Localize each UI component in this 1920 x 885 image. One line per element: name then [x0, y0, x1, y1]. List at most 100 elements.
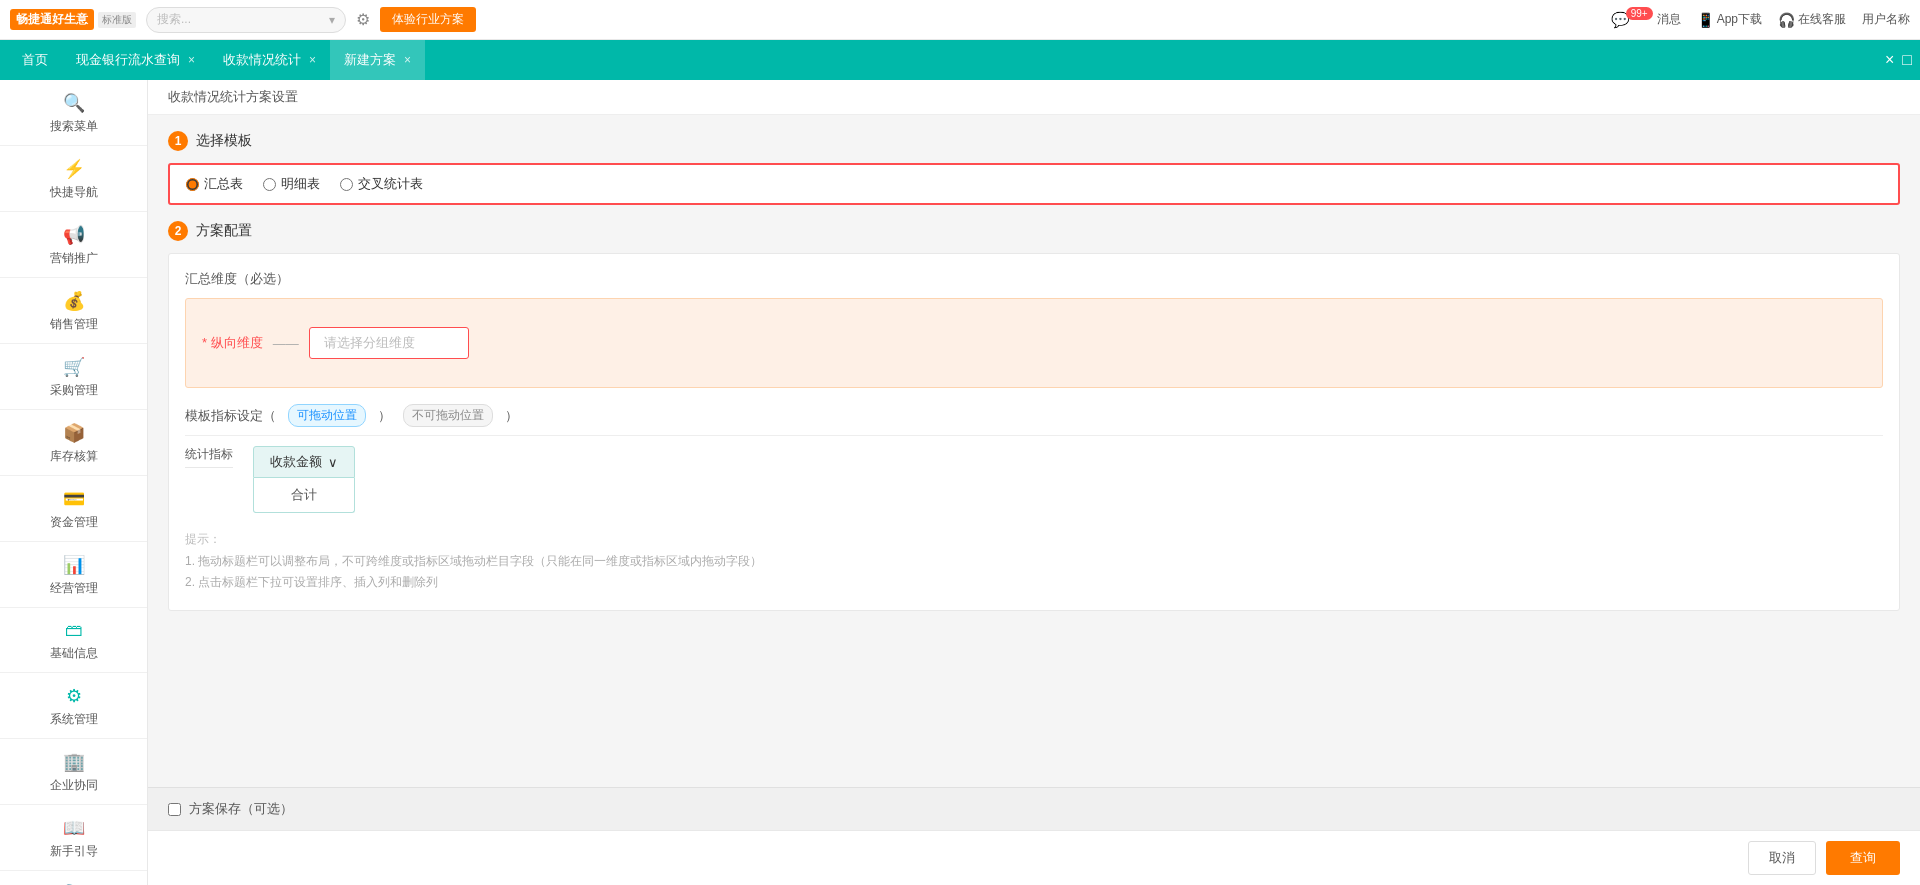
col-dropdown-icon[interactable]: ∨ — [328, 455, 338, 470]
draggable-tag: 可拖动位置 — [288, 404, 366, 427]
tab-new-plan[interactable]: 新建方案 × — [330, 40, 425, 80]
sidebar-item-hardware[interactable]: 🔧 智能硬件 — [0, 871, 147, 885]
sidebar-item-quicknav[interactable]: ⚡ 快捷导航 — [0, 146, 147, 212]
metrics-col-body: 合计 — [253, 478, 355, 513]
sidebar-item-newbie[interactable]: 📖 新手引导 — [0, 805, 147, 871]
section1-title: 选择模板 — [196, 132, 252, 150]
sidebar-item-newbie-label: 新手引导 — [50, 843, 98, 860]
newbie-icon: 📖 — [63, 817, 85, 839]
download-icon: 📱 — [1697, 12, 1714, 28]
quicknav-icon: ⚡ — [63, 158, 85, 180]
window-maximize-icon[interactable]: □ — [1902, 51, 1912, 69]
footer: 取消 查询 — [148, 830, 1920, 885]
radio-summary-label: 汇总表 — [204, 175, 243, 193]
query-button[interactable]: 查询 — [1826, 841, 1900, 875]
tips-title: 提示： — [185, 532, 221, 546]
sidebar-item-basic-info[interactable]: 🗃 基础信息 — [0, 608, 147, 673]
search-icon: 🔍 — [63, 92, 85, 114]
page-title: 收款情况统计方案设置 — [168, 89, 298, 104]
col-header-label: 收款金额 — [270, 453, 322, 471]
plan-config-box: 汇总维度（必选） * 纵向维度 —— 请选择分组维度 模板指标设定（ — [168, 253, 1900, 611]
radio-cross-label: 交叉统计表 — [358, 175, 423, 193]
sidebar: 🔍 搜索菜单 ⚡ 快捷导航 📢 营销推广 💰 销售管理 🛒 采购管理 📦 库存核… — [0, 80, 148, 885]
edition-badge: 标准版 — [98, 12, 136, 28]
metrics-col-header[interactable]: 收款金额 ∨ — [253, 446, 355, 478]
content-area: 收款情况统计方案设置 1 选择模板 汇总表 明细表 — [148, 80, 1920, 885]
nav-window-controls: × □ — [1885, 51, 1912, 69]
metrics-grid: 统计指标 收款金额 ∨ 合计 — [185, 446, 1883, 513]
topbar-right-area: 💬 99+ 消息 📱 App下载 🎧 在线客服 用户名称 — [1611, 11, 1910, 29]
sidebar-item-purchase[interactable]: 🛒 采购管理 — [0, 344, 147, 410]
metrics-header: 模板指标设定（ 可拖动位置 ） 不可拖动位置 ） — [185, 404, 1883, 436]
save-option-checkbox[interactable] — [168, 803, 181, 816]
dimension-section-title: 汇总维度（必选） — [185, 270, 1883, 288]
main-content: 1 选择模板 汇总表 明细表 交叉统计表 — [148, 115, 1920, 787]
radio-cross[interactable]: 交叉统计表 — [340, 175, 423, 193]
settings-icon[interactable]: ⚙ — [356, 10, 370, 29]
sidebar-item-marketing[interactable]: 📢 营销推广 — [0, 212, 147, 278]
tip1-text: 1. 拖动标题栏可以调整布局，不可跨维度或指标区域拖动栏目字段（只能在同一维度或… — [185, 551, 1883, 573]
sidebar-item-enterprise-label: 企业协同 — [50, 777, 98, 794]
sidebar-item-enterprise[interactable]: 🏢 企业协同 — [0, 739, 147, 805]
tips-area: 提示： 1. 拖动标题栏可以调整布局，不可跨维度或指标区域拖动栏目字段（只能在同… — [185, 529, 1883, 594]
search-dropdown-icon: ▾ — [329, 13, 335, 27]
notification-area[interactable]: 💬 99+ 消息 — [1611, 11, 1681, 29]
notification-badge: 99+ — [1626, 7, 1653, 20]
sidebar-item-purchase-label: 采购管理 — [50, 382, 98, 399]
tab-home[interactable]: 首页 — [8, 40, 62, 80]
inventory-icon: 📦 — [63, 422, 85, 444]
radio-detail[interactable]: 明细表 — [263, 175, 320, 193]
radio-summary-input[interactable] — [186, 178, 199, 191]
trial-button[interactable]: 体验行业方案 — [380, 7, 476, 32]
dimension-area: * 纵向维度 —— 请选择分组维度 — [185, 298, 1883, 388]
metrics-title-sep: ） — [378, 407, 391, 425]
dimension-selector[interactable]: 请选择分组维度 — [309, 327, 469, 359]
sidebar-item-sales[interactable]: 💰 销售管理 — [0, 278, 147, 344]
logo-text: 畅捷通好生意 — [10, 9, 94, 30]
tab-new-plan-close[interactable]: × — [404, 40, 411, 80]
tab-cash-bank-close[interactable]: × — [188, 40, 195, 80]
sidebar-item-finance[interactable]: 💳 资金管理 — [0, 476, 147, 542]
download-label: App下载 — [1717, 11, 1762, 28]
section2-num: 2 — [168, 221, 188, 241]
purchase-icon: 🛒 — [63, 356, 85, 378]
tab-home-label: 首页 — [22, 40, 48, 80]
sidebar-item-operations[interactable]: 📊 经营管理 — [0, 542, 147, 608]
finance-icon: 💳 — [63, 488, 85, 510]
tab-collection-stats-close[interactable]: × — [309, 40, 316, 80]
radio-cross-input[interactable] — [340, 178, 353, 191]
download-area[interactable]: 📱 App下载 — [1697, 11, 1762, 28]
nav-tabs-bar: 首页 现金银行流水查询 × 收款情况统计 × 新建方案 × × □ — [0, 40, 1920, 80]
topbar-search-bar[interactable]: 搜索... ▾ — [146, 7, 346, 33]
topbar: 畅捷通好生意 标准版 搜索... ▾ ⚙ 体验行业方案 💬 99+ 消息 📱 A… — [0, 0, 1920, 40]
sidebar-item-search[interactable]: 🔍 搜索菜单 — [0, 80, 147, 146]
section2-title: 方案配置 — [196, 222, 252, 240]
sales-icon: 💰 — [63, 290, 85, 312]
tab-cash-bank[interactable]: 现金银行流水查询 × — [62, 40, 209, 80]
sidebar-item-inventory[interactable]: 📦 库存核算 — [0, 410, 147, 476]
non-draggable-tag: 不可拖动位置 — [403, 404, 493, 427]
tab-collection-stats[interactable]: 收款情况统计 × — [209, 40, 330, 80]
sidebar-item-sales-label: 销售管理 — [50, 316, 98, 333]
radio-summary[interactable]: 汇总表 — [186, 175, 243, 193]
radio-detail-input[interactable] — [263, 178, 276, 191]
template-options: 汇总表 明细表 交叉统计表 — [168, 163, 1900, 205]
tab-cash-bank-label: 现金银行流水查询 — [76, 40, 180, 80]
tab-collection-stats-label: 收款情况统计 — [223, 40, 301, 80]
tab-new-plan-label: 新建方案 — [344, 40, 396, 80]
search-placeholder-text: 搜索... — [157, 11, 191, 28]
section-template: 1 选择模板 汇总表 明细表 交叉统计表 — [168, 131, 1900, 205]
sidebar-item-inventory-label: 库存核算 — [50, 448, 98, 465]
marketing-icon: 📢 — [63, 224, 85, 246]
sidebar-item-system-label: 系统管理 — [50, 711, 98, 728]
sidebar-item-basic-info-label: 基础信息 — [50, 645, 98, 662]
basic-info-icon: 🗃 — [65, 620, 83, 641]
window-close-icon[interactable]: × — [1885, 51, 1894, 69]
section-template-header: 1 选择模板 — [168, 131, 1900, 151]
cancel-button[interactable]: 取消 — [1748, 841, 1816, 875]
enterprise-icon: 🏢 — [63, 751, 85, 773]
service-area[interactable]: 🎧 在线客服 — [1778, 11, 1846, 28]
sidebar-item-system[interactable]: ⚙ 系统管理 — [0, 673, 147, 739]
user-name[interactable]: 用户名称 — [1862, 11, 1910, 28]
sidebar-item-quicknav-label: 快捷导航 — [50, 184, 98, 201]
